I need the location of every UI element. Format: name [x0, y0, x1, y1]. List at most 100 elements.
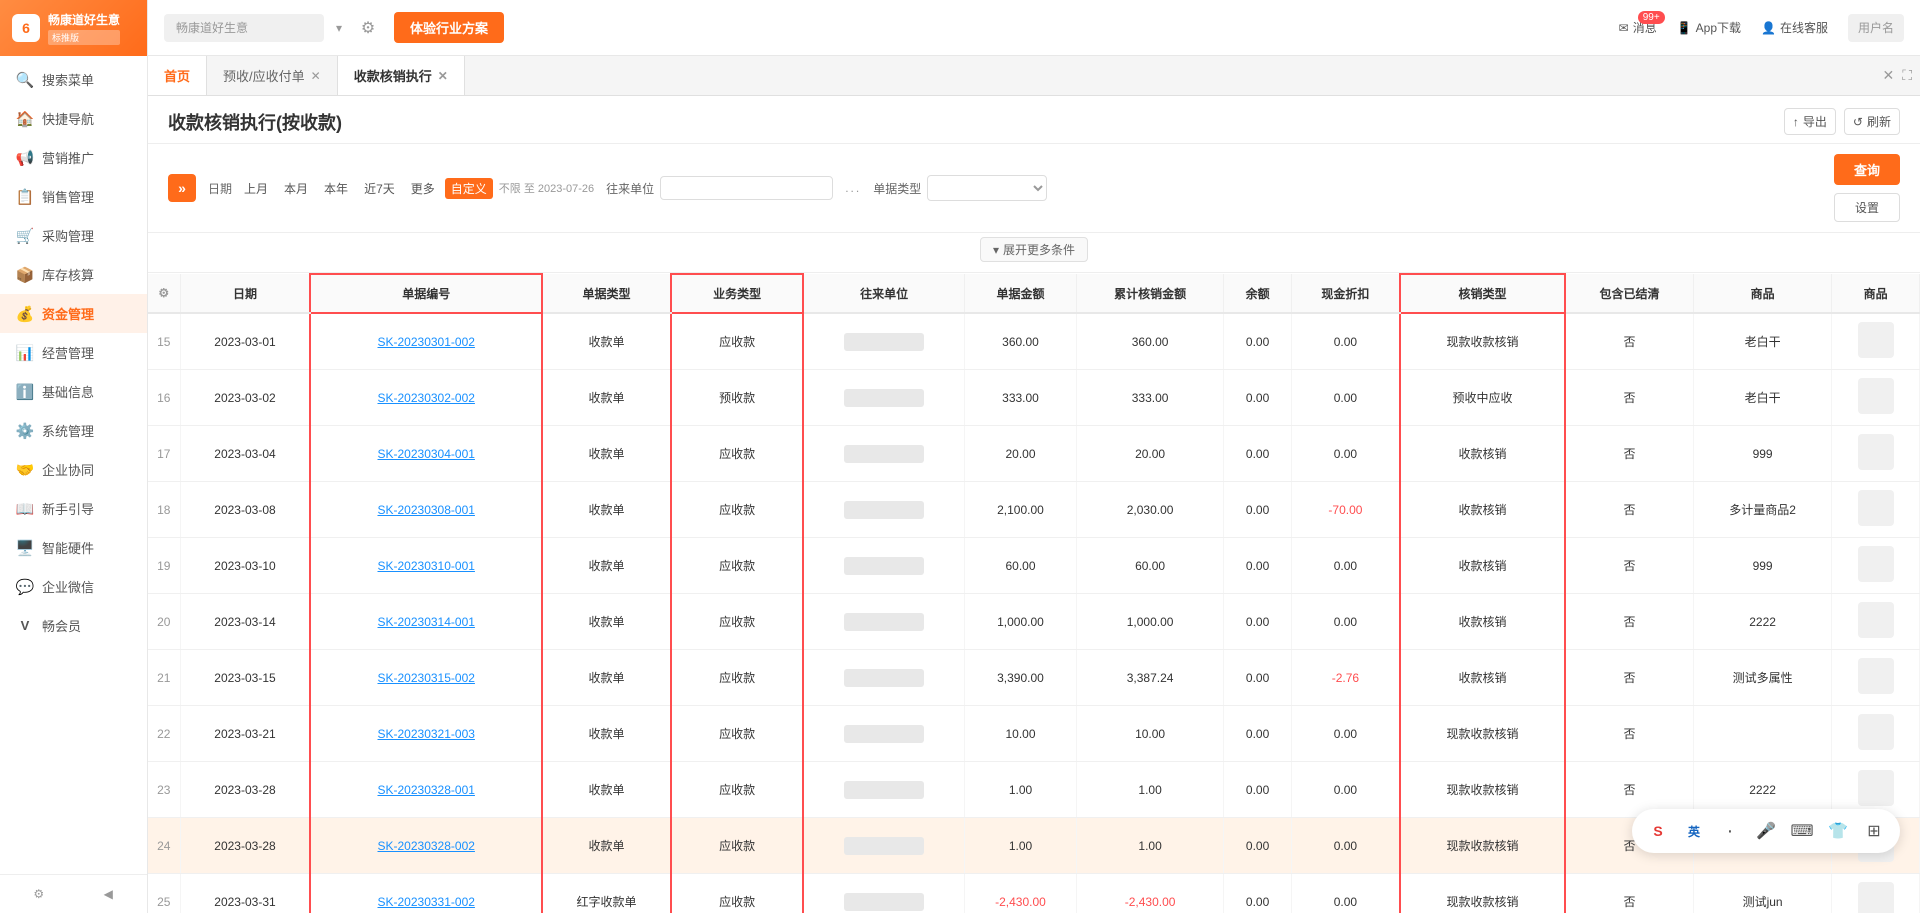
topbar-gear-button[interactable]: ⚙	[354, 14, 382, 42]
wechat-icon: 💬	[16, 578, 34, 596]
dot-button[interactable]: ·	[1716, 817, 1744, 845]
refresh-button[interactable]: ↺ 刷新	[1844, 108, 1900, 135]
sidebar-item-guide[interactable]: 📖 新手引导	[0, 489, 147, 528]
keyboard-button[interactable]: ⌨	[1788, 817, 1816, 845]
sidebar-item-shortcut[interactable]: 🏠 快捷导航	[0, 99, 147, 138]
partner-filter-input[interactable]	[660, 176, 833, 200]
expand-more-button[interactable]: ▾ 展开更多条件	[980, 237, 1088, 262]
sidebar-item-basic[interactable]: ℹ️ 基础信息	[0, 372, 147, 411]
mic-button[interactable]: 🎤	[1752, 817, 1780, 845]
this-month-btn[interactable]: 本月	[278, 178, 314, 199]
table-row: 19 2023-03-10 SK-20230310-001 收款单 应收款 60…	[148, 538, 1920, 594]
row-goods-img	[1832, 426, 1920, 482]
sidebar-item-search[interactable]: 🔍 搜索菜单	[0, 60, 147, 99]
row-no: 18	[148, 482, 180, 538]
row-no: 15	[148, 313, 180, 370]
row-date: 2023-03-02	[180, 370, 310, 426]
row-cancel-amount: 10.00	[1076, 706, 1223, 762]
message-button[interactable]: ✉ 消息 99+	[1619, 19, 1657, 36]
filter-settings-button[interactable]: 设置	[1834, 193, 1900, 222]
row-cancel-type: 收款核销	[1400, 538, 1565, 594]
tab-prepay[interactable]: 预收/应收付单 ✕	[207, 56, 338, 95]
row-no: 17	[148, 426, 180, 482]
doc-no-link[interactable]: SK-20230308-001	[378, 503, 475, 517]
row-partner	[803, 538, 964, 594]
row-balance: 0.00	[1224, 370, 1292, 426]
sidebar-item-system[interactable]: ⚙️ 系统管理	[0, 411, 147, 450]
app-download-button[interactable]: 📱 App下载	[1677, 19, 1741, 36]
row-cancel-amount: -2,430.00	[1076, 874, 1223, 913]
sidebar-item-inventory[interactable]: 📦 库存核算	[0, 255, 147, 294]
row-biz-type: 应收款	[671, 874, 803, 913]
sidebar-collapse-button[interactable]: ◀	[78, 883, 140, 905]
doc-no-link[interactable]: SK-20230328-001	[378, 783, 475, 797]
sogou-button[interactable]: S	[1644, 817, 1672, 845]
filter-expand-button[interactable]: »	[168, 174, 196, 202]
query-button[interactable]: 查询	[1834, 154, 1900, 185]
corp-icon: 🤝	[16, 461, 34, 479]
row-balance: 0.00	[1224, 762, 1292, 818]
row-partner	[803, 706, 964, 762]
sidebar-item-sales[interactable]: 📋 销售管理	[0, 177, 147, 216]
row-doc-no: SK-20230314-001	[310, 594, 542, 650]
row-doc-no: SK-20230304-001	[310, 426, 542, 482]
row-discount: 0.00	[1292, 874, 1400, 913]
doc-no-link[interactable]: SK-20230301-002	[378, 335, 475, 349]
solution-button[interactable]: 体验行业方案	[394, 12, 504, 43]
row-cancel-type: 预收中应收	[1400, 370, 1565, 426]
sidebar-item-member[interactable]: V 畅会员	[0, 606, 147, 645]
row-include-settled: 否	[1565, 538, 1693, 594]
doctype-filter-select[interactable]	[927, 175, 1047, 201]
sidebar-item-label: 智能硬件	[42, 538, 94, 557]
sidebar-item-label: 营销推广	[42, 148, 94, 167]
doc-no-link[interactable]: SK-20230331-002	[378, 895, 475, 909]
chevron-down-icon: ▾	[993, 243, 999, 257]
custom-date-btn[interactable]: 自定义	[445, 178, 493, 199]
row-date: 2023-03-04	[180, 426, 310, 482]
tab-cancel-close[interactable]: ✕	[438, 69, 448, 83]
tab-prepay-close[interactable]: ✕	[311, 69, 321, 83]
sidebar-item-marketing[interactable]: 📢 营销推广	[0, 138, 147, 177]
doc-no-link[interactable]: SK-20230302-002	[378, 391, 475, 405]
online-service-button[interactable]: 👤 在线客服	[1761, 19, 1828, 36]
sidebar-item-purchase[interactable]: 🛒 采购管理	[0, 216, 147, 255]
sidebar-item-label: 销售管理	[42, 187, 94, 206]
close-all-button[interactable]: ✕	[1882, 67, 1894, 84]
col-header-include-settled: 包含已结清	[1565, 274, 1693, 313]
doc-no-link[interactable]: SK-20230310-001	[378, 559, 475, 573]
float-toolbar: S 英 · 🎤 ⌨ 👕 ⊞	[1632, 809, 1900, 853]
row-goods: 2222	[1693, 594, 1831, 650]
table-row: 22 2023-03-21 SK-20230321-003 收款单 应收款 10…	[148, 706, 1920, 762]
row-amount: -2,430.00	[965, 874, 1077, 913]
sidebar-item-corp[interactable]: 🤝 企业协同	[0, 450, 147, 489]
row-doc-no: SK-20230328-002	[310, 818, 542, 874]
sidebar-item-wechat[interactable]: 💬 企业微信	[0, 567, 147, 606]
sidebar-item-hardware[interactable]: 🖥️ 智能硬件	[0, 528, 147, 567]
export-button[interactable]: ↑ 导出	[1784, 108, 1836, 135]
doc-no-link[interactable]: SK-20230328-002	[378, 839, 475, 853]
grid-button[interactable]: ⊞	[1860, 817, 1888, 845]
row-include-settled: 否	[1565, 650, 1693, 706]
tab-home[interactable]: 首页	[148, 56, 207, 95]
page-title: 收款核销执行(按收款)	[168, 109, 342, 135]
last-month-btn[interactable]: 上月	[238, 178, 274, 199]
row-date: 2023-03-01	[180, 313, 310, 370]
doc-no-link[interactable]: SK-20230314-001	[378, 615, 475, 629]
doc-no-link[interactable]: SK-20230304-001	[378, 447, 475, 461]
last-7days-btn[interactable]: 近7天	[358, 178, 401, 199]
row-biz-type: 应收款	[671, 650, 803, 706]
doc-no-link[interactable]: SK-20230315-002	[378, 671, 475, 685]
row-cancel-amount: 1,000.00	[1076, 594, 1223, 650]
this-year-btn[interactable]: 本年	[318, 178, 354, 199]
sidebar-item-operation[interactable]: 📊 经营管理	[0, 333, 147, 372]
more-date-btn[interactable]: 更多	[405, 178, 441, 199]
maximize-button[interactable]: ⛶	[1902, 67, 1912, 84]
translate-button[interactable]: 英	[1680, 817, 1708, 845]
col-header-gear[interactable]: ⚙	[148, 274, 180, 313]
tab-cancel[interactable]: 收款核销执行 ✕	[338, 56, 465, 95]
sidebar-item-finance[interactable]: 💰 资金管理	[0, 294, 147, 333]
doc-no-link[interactable]: SK-20230321-003	[378, 727, 475, 741]
operation-icon: 📊	[16, 344, 34, 362]
shirt-button[interactable]: 👕	[1824, 817, 1852, 845]
sidebar-settings-button[interactable]: ⚙	[8, 883, 70, 905]
